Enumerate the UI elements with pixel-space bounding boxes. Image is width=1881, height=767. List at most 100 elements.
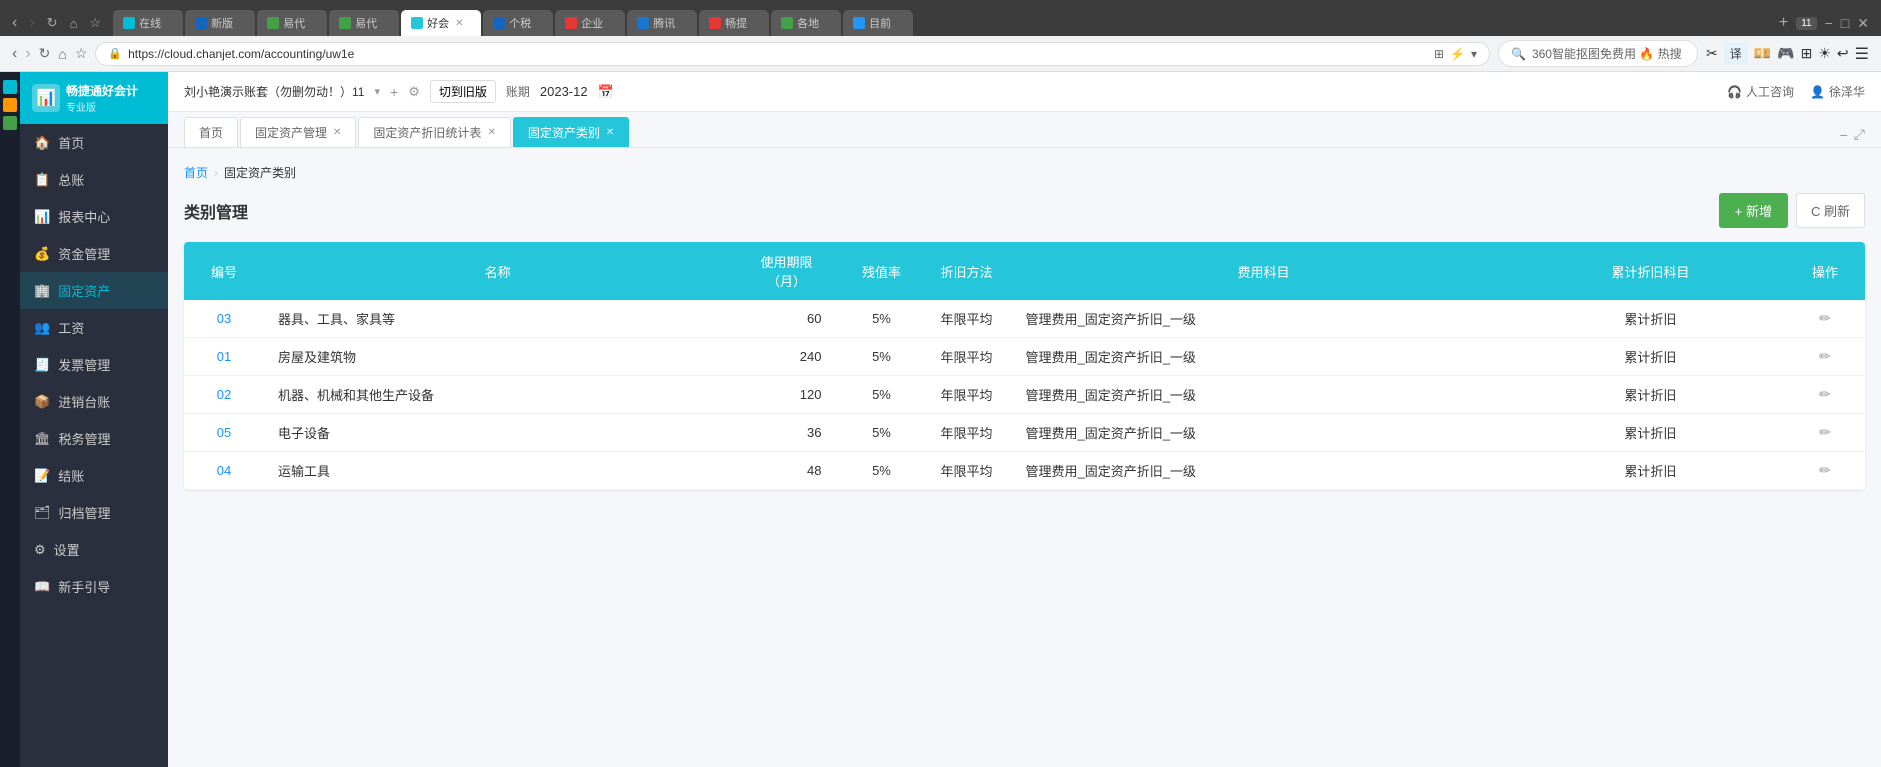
sidebar-item-archive[interactable]: 🗂 归档管理 [20, 494, 168, 531]
forward-btn[interactable]: › [25, 14, 38, 32]
browser-tab[interactable]: 畅提 [699, 10, 769, 36]
sidebar-item-reports[interactable]: 📊 报表中心 [20, 198, 168, 235]
sidebar-item-label: 结账 [58, 466, 84, 485]
maximize-btn[interactable]: □ [1841, 15, 1849, 31]
cell-action[interactable]: ✏ [1785, 300, 1865, 338]
cell-action[interactable]: ✏ [1785, 452, 1865, 490]
calendar-icon[interactable]: 📅 [598, 84, 614, 100]
forward-nav-btn[interactable]: › [25, 45, 30, 63]
currency-icon[interactable]: 💴 [1754, 45, 1771, 62]
edit-icon[interactable]: ✏ [1819, 462, 1831, 478]
scissors-icon[interactable]: ✂ [1706, 45, 1718, 62]
cell-period: 240 [731, 338, 841, 376]
cell-code[interactable]: 05 [184, 414, 264, 452]
tab-close-icon[interactable]: ✕ [487, 127, 495, 138]
settings-top-btn[interactable]: ⚙ [408, 84, 420, 100]
sidebar-logo: 📊 畅捷通好会计 专业版 [20, 72, 168, 124]
new-tab-btn[interactable]: + [1779, 14, 1788, 32]
browser-tab[interactable]: 个税 [483, 10, 553, 36]
add-account-btn[interactable]: + [390, 84, 398, 100]
tab-close-icon[interactable]: ✕ [333, 127, 341, 138]
switch-version-btn[interactable]: 切到旧版 [430, 80, 496, 103]
home-btn[interactable]: ⌂ [66, 16, 82, 31]
game-icon[interactable]: 🎮 [1777, 45, 1794, 62]
refresh-btn[interactable]: C 刷新 [1796, 193, 1865, 228]
bookmark-btn[interactable]: ☆ [85, 15, 105, 31]
sidebar-item-payroll[interactable]: 👥 工资 [20, 309, 168, 346]
sidebar-item-home[interactable]: 🏠 首页 [20, 124, 168, 161]
site-info-icon[interactable]: ⊞ [1434, 47, 1444, 61]
cell-action[interactable]: ✏ [1785, 376, 1865, 414]
cell-depreciation: 累计折旧 [1516, 300, 1785, 338]
left-bar-item[interactable] [3, 80, 17, 94]
user-profile[interactable]: 👤 徐泽华 [1810, 83, 1865, 100]
browser-tab[interactable]: 新版 [185, 10, 255, 36]
minimize-panel-btn[interactable]: − [1840, 127, 1848, 143]
menu-icon[interactable]: ☰ [1855, 44, 1869, 64]
sidebar-item-funds[interactable]: 💰 资金管理 [20, 235, 168, 272]
search-bar[interactable]: 🔍 360智能抠图免费用 🔥 热搜 [1498, 40, 1698, 67]
add-btn[interactable]: + 新增 [1719, 193, 1788, 228]
home-nav-btn[interactable]: ⌂ [58, 46, 66, 62]
grid-icon[interactable]: ⊞ [1801, 45, 1813, 62]
browser-tab[interactable]: 目前 [843, 10, 913, 36]
translate-icon[interactable]: 译 [1724, 43, 1748, 64]
browser-tab[interactable]: 易代 [329, 10, 399, 36]
app-tab-home[interactable]: 首页 [184, 117, 238, 147]
breadcrumb-home[interactable]: 首页 [184, 164, 208, 181]
dropdown-arrow[interactable]: ▾ [374, 85, 380, 98]
sidebar-item-guide[interactable]: 📖 新手引导 [20, 568, 168, 605]
archive-icon: 🗂 [34, 505, 51, 521]
user-name-label: 徐泽华 [1829, 83, 1865, 100]
undo-icon[interactable]: ↩ [1837, 45, 1849, 62]
sidebar-item-ledger[interactable]: 📋 总账 [20, 161, 168, 198]
back-nav-btn[interactable]: ‹ [12, 45, 17, 63]
sidebar-item-fixed-assets[interactable]: 🏢 固定资产 [20, 272, 168, 309]
dropdown-icon[interactable]: ▾ [1471, 47, 1477, 61]
left-bar-item[interactable] [3, 116, 17, 130]
edit-icon[interactable]: ✏ [1819, 310, 1831, 326]
cell-action[interactable]: ✏ [1785, 338, 1865, 376]
cell-period: 48 [731, 452, 841, 490]
cell-code[interactable]: 01 [184, 338, 264, 376]
app-tab-depreciation-table[interactable]: 固定资产折旧统计表 ✕ [358, 117, 510, 147]
browser-tab[interactable]: 腾讯 [627, 10, 697, 36]
cell-code[interactable]: 04 [184, 452, 264, 490]
sidebar-item-invoices[interactable]: 🧾 发票管理 [20, 346, 168, 383]
browser-tab[interactable]: 各地 [771, 10, 841, 36]
service-btn[interactable]: 🎧 人工咨询 [1727, 83, 1794, 100]
cell-depreciation: 累计折旧 [1516, 376, 1785, 414]
browser-tab[interactable]: 企业 [555, 10, 625, 36]
headphone-icon: 🎧 [1727, 85, 1742, 99]
back-btn[interactable]: ‹ [8, 14, 21, 32]
sidebar-item-tax[interactable]: 🏛 税务管理 [20, 420, 168, 457]
browser-tab[interactable]: 在线 [113, 10, 183, 36]
lightning-icon[interactable]: ⚡ [1450, 47, 1465, 61]
reload-nav-btn[interactable]: ↻ [39, 45, 51, 62]
expand-panel-btn[interactable]: ⤢ [1854, 126, 1865, 143]
sidebar-item-label: 资金管理 [58, 244, 110, 263]
left-bar-item[interactable] [3, 98, 17, 112]
cell-action[interactable]: ✏ [1785, 414, 1865, 452]
sidebar-item-settings[interactable]: ⚙ 设置 [20, 531, 168, 568]
tab-close-icon[interactable]: ✕ [455, 18, 463, 29]
sidebar-item-inventory[interactable]: 📦 进销台账 [20, 383, 168, 420]
browser-tab-active[interactable]: 好会 ✕ [401, 10, 481, 36]
minimize-btn[interactable]: − [1825, 15, 1833, 31]
tab-close-icon[interactable]: ✕ [606, 127, 614, 138]
edit-icon[interactable]: ✏ [1819, 348, 1831, 364]
reload-btn[interactable]: ↻ [43, 15, 62, 31]
address-bar[interactable]: 🔒 https://cloud.chanjet.com/accounting/u… [95, 42, 1490, 66]
app-tab-asset-category[interactable]: 固定资产类别 ✕ [513, 117, 629, 147]
bookmark-nav-btn[interactable]: ☆ [75, 45, 88, 62]
browser-tab[interactable]: 易代 [257, 10, 327, 36]
cell-code[interactable]: 03 [184, 300, 264, 338]
edit-icon[interactable]: ✏ [1819, 424, 1831, 440]
sidebar-item-close[interactable]: 📝 结账 [20, 457, 168, 494]
cell-code[interactable]: 02 [184, 376, 264, 414]
period-label: 账期 [506, 83, 530, 100]
app-tab-fixed-assets-mgmt[interactable]: 固定资产管理 ✕ [240, 117, 356, 147]
edit-icon[interactable]: ✏ [1819, 386, 1831, 402]
close-btn[interactable]: ✕ [1857, 15, 1869, 32]
theme-icon[interactable]: ☀ [1818, 45, 1831, 62]
